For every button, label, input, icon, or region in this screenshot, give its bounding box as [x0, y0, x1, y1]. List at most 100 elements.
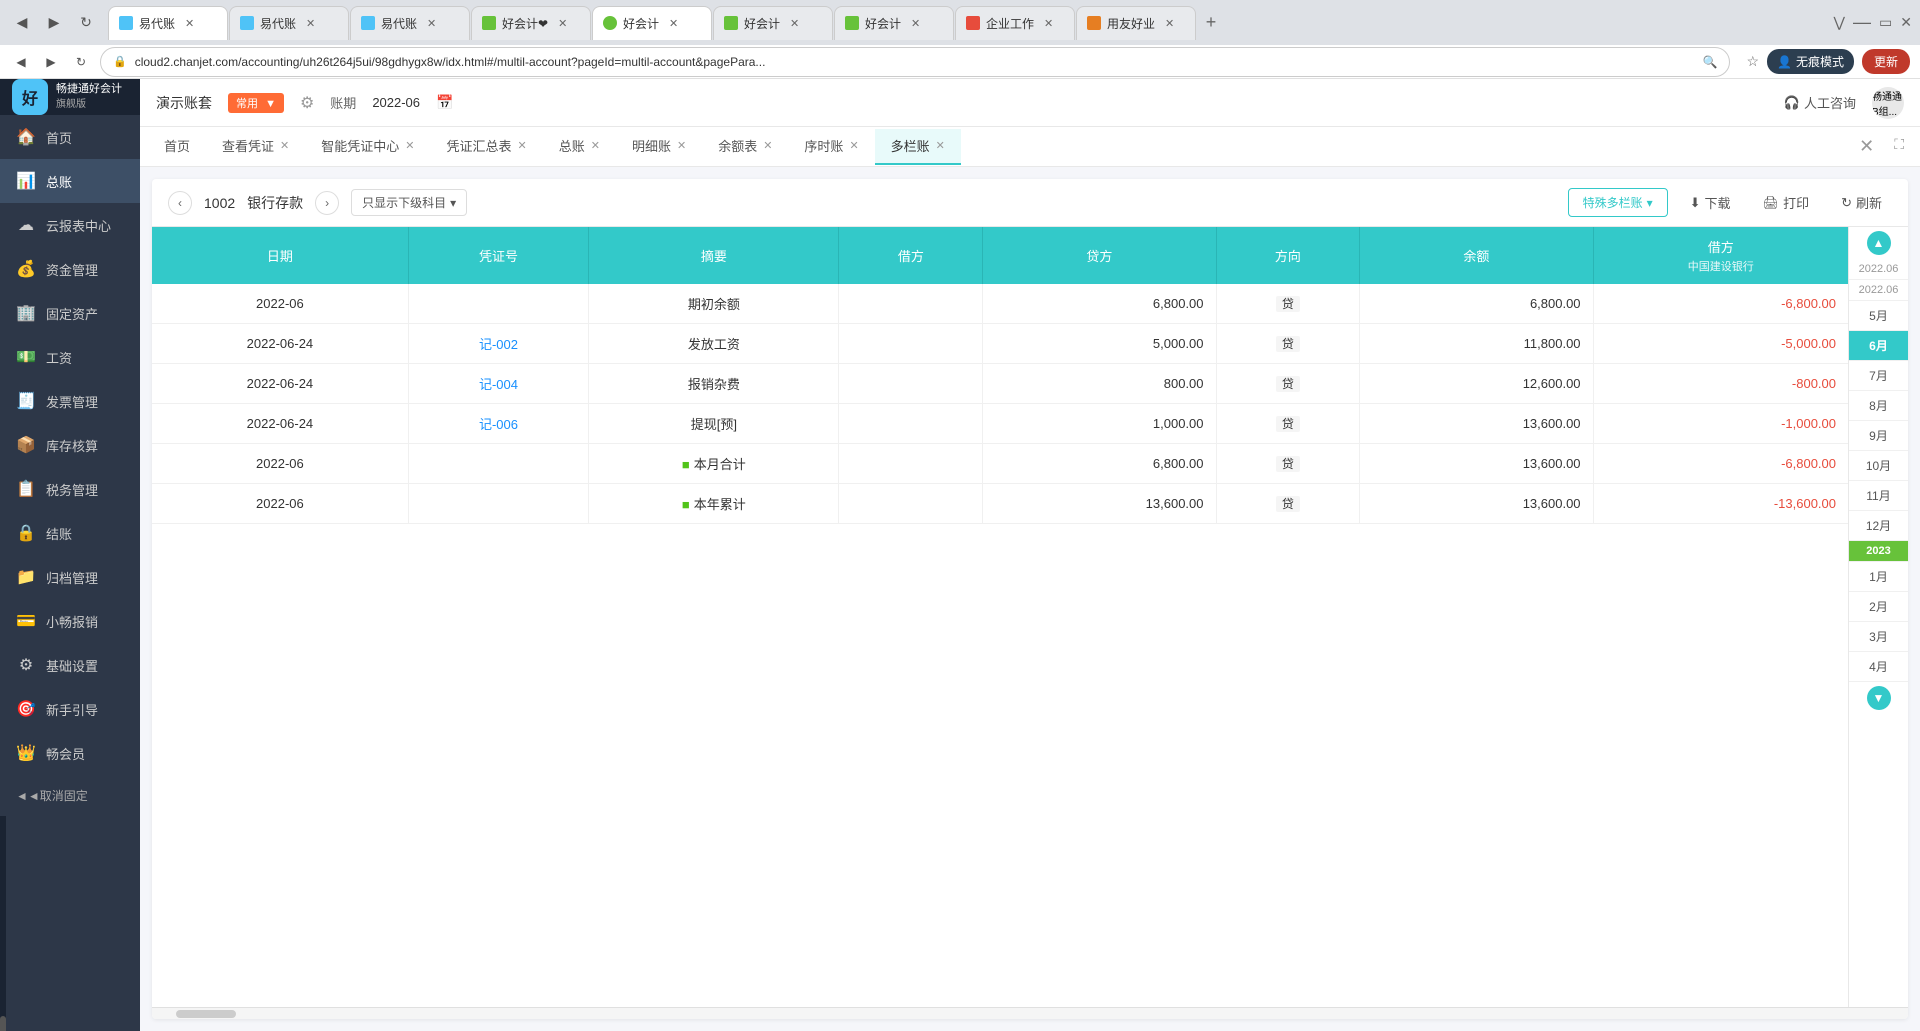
tab-close-2[interactable]: ✕ — [306, 17, 315, 30]
bookmark-icon[interactable]: ☆ — [1746, 53, 1759, 70]
collapse-left-btn[interactable]: ✕ — [1851, 132, 1882, 161]
tab-close-5[interactable]: ✕ — [669, 17, 678, 30]
tab-close-8[interactable]: ✕ — [1044, 17, 1053, 30]
sidebar-item-tax[interactable]: 📋 税务管理 — [0, 467, 140, 511]
calendar-icon[interactable]: 📅 — [436, 94, 453, 111]
month-8[interactable]: 8月 — [1849, 391, 1908, 421]
tab-smart-voucher[interactable]: 智能凭证中心 ✕ — [305, 129, 430, 165]
sidebar-item-reports[interactable]: ☁ 云报表中心 — [0, 203, 140, 247]
h-scroll-thumb[interactable] — [176, 1010, 236, 1018]
tab-close-ledger[interactable]: ✕ — [591, 139, 600, 152]
browser-tab-6[interactable]: 好会计 ✕ — [713, 6, 833, 40]
tab-ledger[interactable]: 总账 ✕ — [543, 129, 616, 165]
period-value[interactable]: 2022-06 — [372, 95, 420, 110]
reload-btn[interactable]: ↻ — [72, 9, 100, 37]
multi-col-btn[interactable]: 特殊多栏账 ▾ — [1568, 188, 1668, 217]
browser-tab-4[interactable]: 好会计❤ ✕ — [471, 6, 591, 40]
update-btn[interactable]: 更新 — [1862, 49, 1910, 74]
url-reload[interactable]: ↻ — [70, 51, 92, 73]
forward-btn[interactable]: ▶ — [40, 9, 68, 37]
browser-tab-8[interactable]: 企业工作 ✕ — [955, 6, 1075, 40]
scroll-up-btn[interactable]: ▲ — [1867, 231, 1891, 255]
sidebar-item-ledger[interactable]: 📊 总账 — [0, 159, 140, 203]
browser-tab-9[interactable]: 用友好业 ✕ — [1076, 6, 1196, 40]
tab-close-9[interactable]: ✕ — [1165, 17, 1174, 30]
tab-sequence[interactable]: 序时账 ✕ — [788, 129, 874, 165]
sidebar-item-inventory[interactable]: 📦 库存核算 — [0, 423, 140, 467]
month-5[interactable]: 5月 — [1849, 301, 1908, 331]
cell-voucher[interactable]: 记-002 — [408, 324, 588, 364]
browser-tab-5[interactable]: 好会计 ✕ — [592, 6, 712, 40]
month-9[interactable]: 9月 — [1849, 421, 1908, 451]
tab-multi-col[interactable]: 多栏账 ✕ — [875, 129, 961, 165]
tab-home[interactable]: 首页 — [148, 129, 206, 165]
back-btn[interactable]: ◀ — [8, 9, 36, 37]
tab-close-voucher-summary[interactable]: ✕ — [518, 139, 527, 152]
tab-close-sequence[interactable]: ✕ — [849, 139, 858, 152]
browser-tab-2[interactable]: 易代账 ✕ — [229, 6, 349, 40]
sidebar-item-close[interactable]: 🔒 结账 — [0, 511, 140, 555]
tab-voucher-summary[interactable]: 凭证汇总表 ✕ — [430, 129, 542, 165]
tab-list-btn[interactable]: ⋁ — [1834, 14, 1845, 31]
tab-close-6[interactable]: ✕ — [790, 17, 799, 30]
browser-tab-7[interactable]: 好会计 ✕ — [834, 6, 954, 40]
address-bar[interactable]: 🔒 cloud2.chanjet.com/accounting/uh26t264… — [100, 47, 1730, 77]
browser-tab-3[interactable]: 易代账 ✕ — [350, 6, 470, 40]
url-forward[interactable]: ▶ — [40, 51, 62, 73]
user-avatar[interactable]: 畅通通B组... — [1872, 87, 1904, 119]
tab-close-7[interactable]: ✕ — [911, 17, 920, 30]
table-container[interactable]: 日期 凭证号 摘要 借方 贷方 方向 余额 借方 中国建设银行 — [152, 227, 1848, 1007]
tab-close-4[interactable]: ✕ — [558, 17, 567, 30]
sidebar-item-assets[interactable]: 🏢 固定资产 — [0, 291, 140, 335]
url-back[interactable]: ◀ — [10, 51, 32, 73]
maximize-btn[interactable]: ▭ — [1879, 14, 1892, 31]
stealth-mode-btn[interactable]: 👤 无痕模式 — [1767, 49, 1854, 74]
new-tab-btn[interactable]: + — [1197, 9, 1225, 37]
print-btn[interactable]: 🖨 打印 — [1753, 188, 1820, 217]
consult-btn[interactable]: 🎧 人工咨询 — [1784, 93, 1856, 112]
tab-close-detail[interactable]: ✕ — [677, 139, 686, 152]
month-12[interactable]: 12月 — [1849, 511, 1908, 541]
month-6[interactable]: 6月 — [1849, 331, 1908, 361]
horizontal-scrollbar[interactable] — [152, 1007, 1908, 1019]
tab-detail[interactable]: 明细账 ✕ — [616, 129, 702, 165]
tab-close-1[interactable]: ✕ — [185, 17, 194, 30]
sidebar-item-finance[interactable]: 💰 资金管理 — [0, 247, 140, 291]
cell-voucher[interactable]: 记-004 — [408, 364, 588, 404]
filter-dropdown[interactable]: 只显示下级科目 ▾ — [351, 189, 467, 216]
month-2023-1[interactable]: 1月 — [1849, 562, 1908, 592]
month-2023-3[interactable]: 3月 — [1849, 622, 1908, 652]
month-11[interactable]: 11月 — [1849, 481, 1908, 511]
month-2023-4[interactable]: 4月 — [1849, 652, 1908, 682]
tab-close-vouchers[interactable]: ✕ — [280, 139, 289, 152]
sidebar-item-salary[interactable]: 💵 工资 — [0, 335, 140, 379]
close-window-btn[interactable]: ✕ — [1900, 14, 1912, 31]
tab-close-balance[interactable]: ✕ — [763, 139, 772, 152]
tab-vouchers[interactable]: 查看凭证 ✕ — [206, 129, 305, 165]
sidebar-item-vip[interactable]: 👑 畅会员 — [0, 731, 140, 775]
cell-voucher[interactable]: 记-006 — [408, 404, 588, 444]
tab-balance[interactable]: 余额表 ✕ — [702, 129, 788, 165]
tab-close-3[interactable]: ✕ — [427, 17, 436, 30]
next-account-btn[interactable]: › — [315, 191, 339, 215]
minimize-btn[interactable]: — — [1853, 12, 1871, 33]
browser-tab-1[interactable]: 易代账 ✕ — [108, 6, 228, 40]
sidebar-item-guide[interactable]: 🎯 新手引导 — [0, 687, 140, 731]
expand-btn[interactable]: ⛶ — [1886, 132, 1912, 161]
scroll-down-btn[interactable]: ▼ — [1867, 686, 1891, 710]
month-7[interactable]: 7月 — [1849, 361, 1908, 391]
sidebar-scrollbar[interactable] — [0, 816, 6, 1031]
refresh-btn[interactable]: ↻ 刷新 — [1831, 188, 1892, 217]
month-10[interactable]: 10月 — [1849, 451, 1908, 481]
sidebar-item-archive[interactable]: 📁 归档管理 — [0, 555, 140, 599]
sidebar-item-settings[interactable]: ⚙ 基础设置 — [0, 643, 140, 687]
sidebar-item-invoice[interactable]: 🧾 发票管理 — [0, 379, 140, 423]
prev-account-btn[interactable]: ‹ — [168, 191, 192, 215]
gear-icon[interactable]: ⚙ — [300, 93, 314, 113]
sidebar-item-expense[interactable]: 💳 小畅报销 — [0, 599, 140, 643]
demo-badge[interactable]: 常用 ▼ — [228, 93, 284, 113]
sidebar-item-home[interactable]: 🏠 首页 — [0, 115, 140, 159]
sidebar-toggle-btn[interactable]: ◄◄取消固定 — [0, 775, 140, 816]
tab-close-multi-col[interactable]: ✕ — [936, 139, 945, 152]
tab-close-smart-voucher[interactable]: ✕ — [405, 139, 414, 152]
